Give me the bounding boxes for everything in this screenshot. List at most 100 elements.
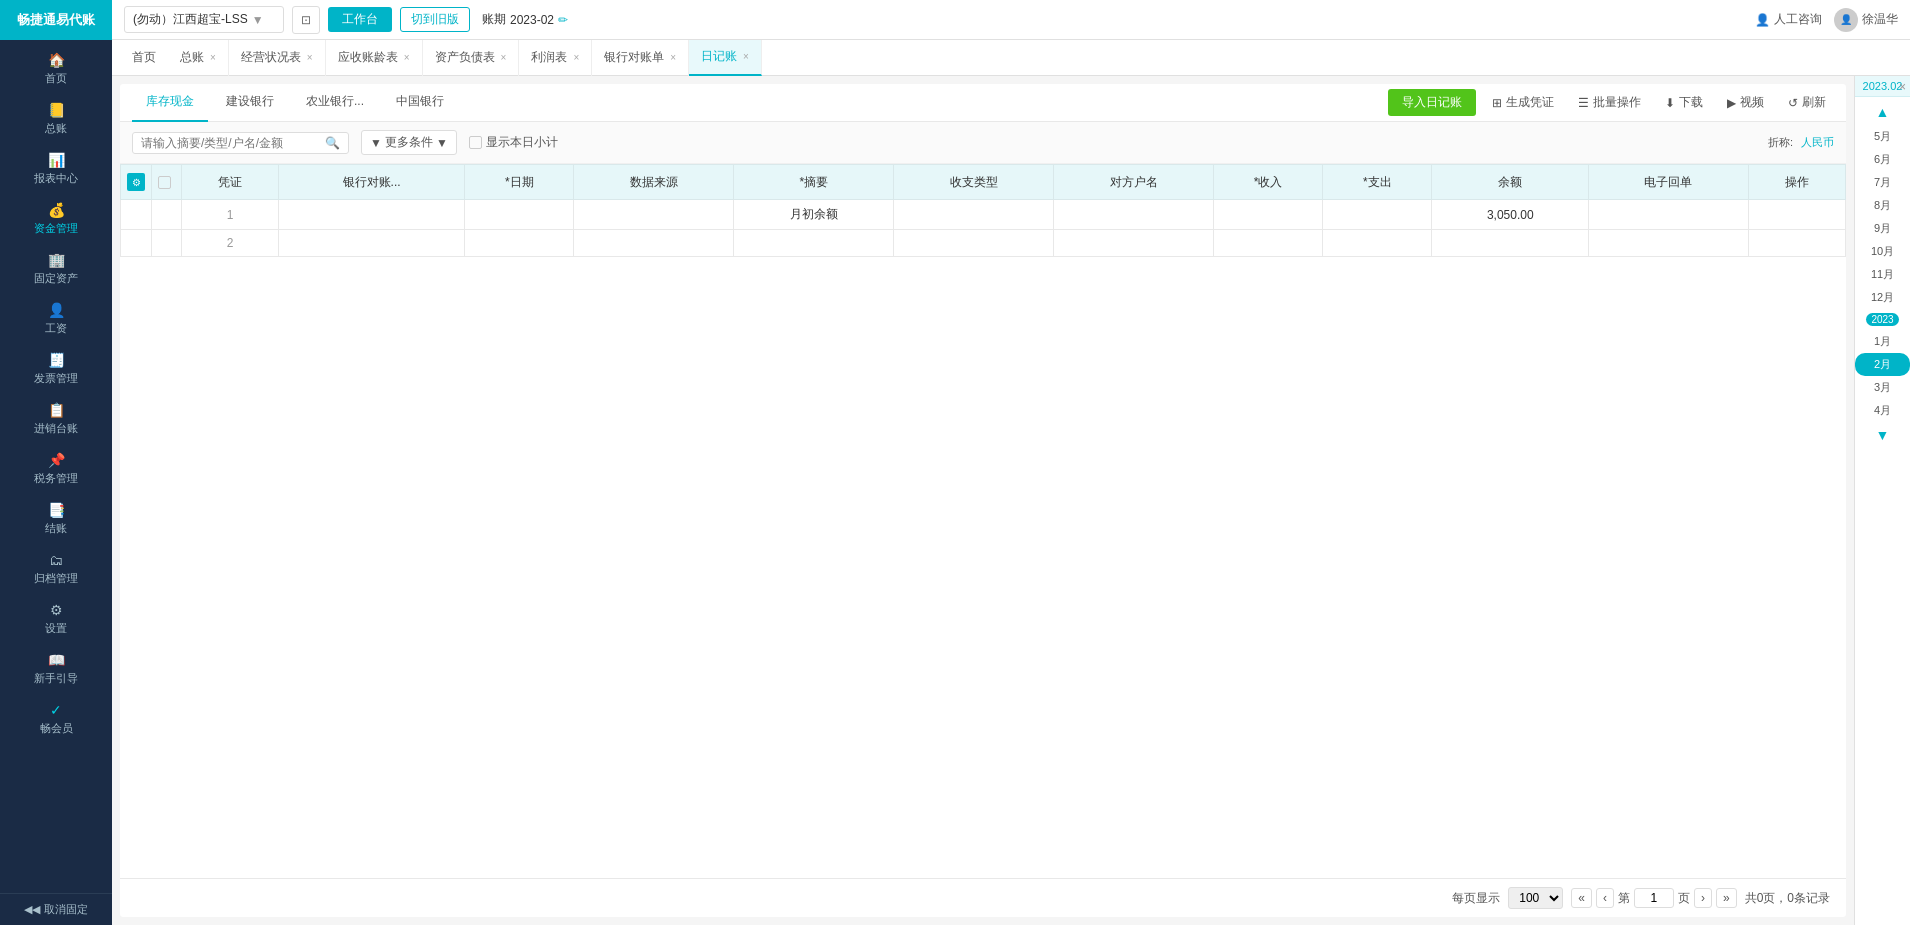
download-button[interactable]: ⬇ 下载 xyxy=(1657,90,1711,115)
sidebar-item-guide[interactable]: 📖 新手引导 xyxy=(0,644,112,694)
tab-close-bank-reconcile[interactable]: × xyxy=(670,52,676,63)
sidebar-item-vip[interactable]: ✓ 畅会员 xyxy=(0,694,112,744)
month-item-4[interactable]: 4月 xyxy=(1855,399,1910,422)
sidebar-item-purchase-sales[interactable]: 📋 进销台账 xyxy=(0,394,112,444)
next-page-button[interactable]: › xyxy=(1694,888,1712,908)
company-selector[interactable]: (勿动）江西超宝-LSS ▼ xyxy=(124,6,284,33)
sub-tab-china[interactable]: 中国银行 xyxy=(382,84,458,122)
reports-icon: 📊 xyxy=(48,152,65,168)
workbench-button[interactable]: 工作台 xyxy=(328,7,392,32)
filter-icon: ▼ xyxy=(370,136,382,150)
import-journal-button[interactable]: 导入日记账 xyxy=(1388,89,1476,116)
month-item-11[interactable]: 11月 xyxy=(1855,263,1910,286)
row1-counterparty xyxy=(1054,200,1214,230)
tab-close-receivable[interactable]: × xyxy=(404,52,410,63)
sidebar-item-settlement[interactable]: 📑 结账 xyxy=(0,494,112,544)
month-item-3[interactable]: 3月 xyxy=(1855,376,1910,399)
month-item-5[interactable]: 5月 xyxy=(1855,125,1910,148)
page-input[interactable] xyxy=(1634,888,1674,908)
tab-general-ledger[interactable]: 总账 × xyxy=(168,40,229,76)
more-filters-button[interactable]: ▼ 更多条件 ▼ xyxy=(361,130,457,155)
search-input[interactable] xyxy=(141,136,321,150)
tab-receivable[interactable]: 应收账龄表 × xyxy=(326,40,423,76)
month-item-12[interactable]: 12月 xyxy=(1855,286,1910,309)
row1-settings-cell xyxy=(121,200,152,230)
row1-summary: 月初余额 xyxy=(734,200,894,230)
ledger-icon: 📒 xyxy=(48,102,65,118)
search-icon[interactable]: 🔍 xyxy=(325,136,340,150)
page-size-select[interactable]: 100 xyxy=(1508,887,1563,909)
show-daily-checkbox[interactable] xyxy=(469,136,482,149)
select-all-checkbox[interactable] xyxy=(158,176,171,189)
tab-close-assets-liabilities[interactable]: × xyxy=(501,52,507,63)
sidebar-item-fixed-assets[interactable]: 🏢 固定资产 xyxy=(0,244,112,294)
sidebar-unpin[interactable]: ◀◀ 取消固定 xyxy=(0,893,112,925)
generate-voucher-button[interactable]: ⊞ 生成凭证 xyxy=(1484,90,1562,115)
sidebar-item-invoice[interactable]: 🧾 发票管理 xyxy=(0,344,112,394)
company-copy-button[interactable]: ⊡ xyxy=(292,6,320,34)
tab-close-profit[interactable]: × xyxy=(573,52,579,63)
month-item-2[interactable]: 2月 xyxy=(1855,353,1910,376)
date-scroll-up[interactable]: ▲ xyxy=(1855,101,1910,123)
period-edit-icon[interactable]: ✏ xyxy=(558,13,568,27)
sidebar-item-reports[interactable]: 📊 报表中心 xyxy=(0,144,112,194)
month-item-9[interactable]: 9月 xyxy=(1855,217,1910,240)
col-settings[interactable]: ⚙ xyxy=(121,165,152,200)
sidebar-item-ledger[interactable]: 📒 总账 xyxy=(0,94,112,144)
old-version-button[interactable]: 切到旧版 xyxy=(400,7,470,32)
month-item-10[interactable]: 10月 xyxy=(1855,240,1910,263)
table-row: 1 月初余额 3,050.00 xyxy=(121,200,1846,230)
date-scroll-down[interactable]: ▼ xyxy=(1855,424,1910,446)
sidebar-item-payroll[interactable]: 👤 工资 xyxy=(0,294,112,344)
tab-close-journal[interactable]: × xyxy=(743,51,749,62)
video-button[interactable]: ▶ 视频 xyxy=(1719,90,1772,115)
show-daily-toggle[interactable]: 显示本日小计 xyxy=(469,134,558,151)
user-menu[interactable]: 👤 徐温华 xyxy=(1834,8,1898,32)
sub-tab-construction[interactable]: 建设银行 xyxy=(212,84,288,122)
col-e-receipt: 电子回单 xyxy=(1589,165,1749,200)
tab-assets-liabilities[interactable]: 资产负债表 × xyxy=(423,40,520,76)
company-dropdown-icon: ▼ xyxy=(252,13,264,27)
sidebar-nav: 🏠 首页 📒 总账 📊 报表中心 💰 资金管理 🏢 固定资产 👤 工资 🧾 发票… xyxy=(0,40,112,893)
tab-profit[interactable]: 利润表 × xyxy=(519,40,592,76)
tab-home[interactable]: 首页 xyxy=(120,40,168,76)
month-item-6[interactable]: 6月 xyxy=(1855,148,1910,171)
tab-close-business-status[interactable]: × xyxy=(307,52,313,63)
topbar: (勿动）江西超宝-LSS ▼ ⊡ 工作台 切到旧版 账期 2023-02 ✏ 👤… xyxy=(112,0,1910,40)
sidebar-item-settings[interactable]: ⚙ 设置 xyxy=(0,594,112,644)
row1-data-source xyxy=(574,200,734,230)
month-item-8[interactable]: 8月 xyxy=(1855,194,1910,217)
sidebar-item-tax[interactable]: 📌 税务管理 xyxy=(0,444,112,494)
sidebar-item-home[interactable]: 🏠 首页 xyxy=(0,44,112,94)
refresh-button[interactable]: ↺ 刷新 xyxy=(1780,90,1834,115)
currency-value[interactable]: 人民币 xyxy=(1801,135,1834,150)
avatar: 👤 xyxy=(1834,8,1858,32)
row2-counterparty xyxy=(1054,230,1214,257)
table-header-row: ⚙ 凭证 银行对账... *日期 数据来源 *摘要 收支类型 对方户名 xyxy=(121,165,1846,200)
row1-checkbox-cell xyxy=(152,200,182,230)
sidebar: 畅捷通易代账 🏠 首页 📒 总账 📊 报表中心 💰 资金管理 🏢 固定资产 👤 … xyxy=(0,0,112,925)
col-counterparty: 对方户名 xyxy=(1054,165,1214,200)
month-item-1[interactable]: 1月 xyxy=(1855,330,1910,353)
row2-operation xyxy=(1748,230,1845,257)
sub-tab-agriculture[interactable]: 农业银行... xyxy=(292,84,378,122)
row1-date xyxy=(465,200,574,230)
tab-business-status[interactable]: 经营状况表 × xyxy=(229,40,326,76)
col-checkbox[interactable] xyxy=(152,165,182,200)
last-page-button[interactable]: » xyxy=(1716,888,1737,908)
date-panel-close-button[interactable]: × xyxy=(1899,80,1906,94)
table-settings-icon[interactable]: ⚙ xyxy=(127,173,145,191)
month-item-7[interactable]: 7月 xyxy=(1855,171,1910,194)
generate-voucher-icon: ⊞ xyxy=(1492,96,1502,110)
tab-close-general-ledger[interactable]: × xyxy=(210,52,216,63)
first-page-button[interactable]: « xyxy=(1571,888,1592,908)
sidebar-item-archive[interactable]: 🗂 归档管理 xyxy=(0,544,112,594)
tab-journal[interactable]: 日记账 × xyxy=(689,40,762,76)
sidebar-item-assets-mgmt[interactable]: 💰 资金管理 xyxy=(0,194,112,244)
prev-page-button[interactable]: ‹ xyxy=(1596,888,1614,908)
batch-op-button[interactable]: ☰ 批量操作 xyxy=(1570,90,1649,115)
support-button[interactable]: 👤 人工咨询 xyxy=(1755,11,1822,28)
row2-date xyxy=(465,230,574,257)
tab-bank-reconcile[interactable]: 银行对账单 × xyxy=(592,40,689,76)
sub-tab-cash[interactable]: 库存现金 xyxy=(132,84,208,122)
